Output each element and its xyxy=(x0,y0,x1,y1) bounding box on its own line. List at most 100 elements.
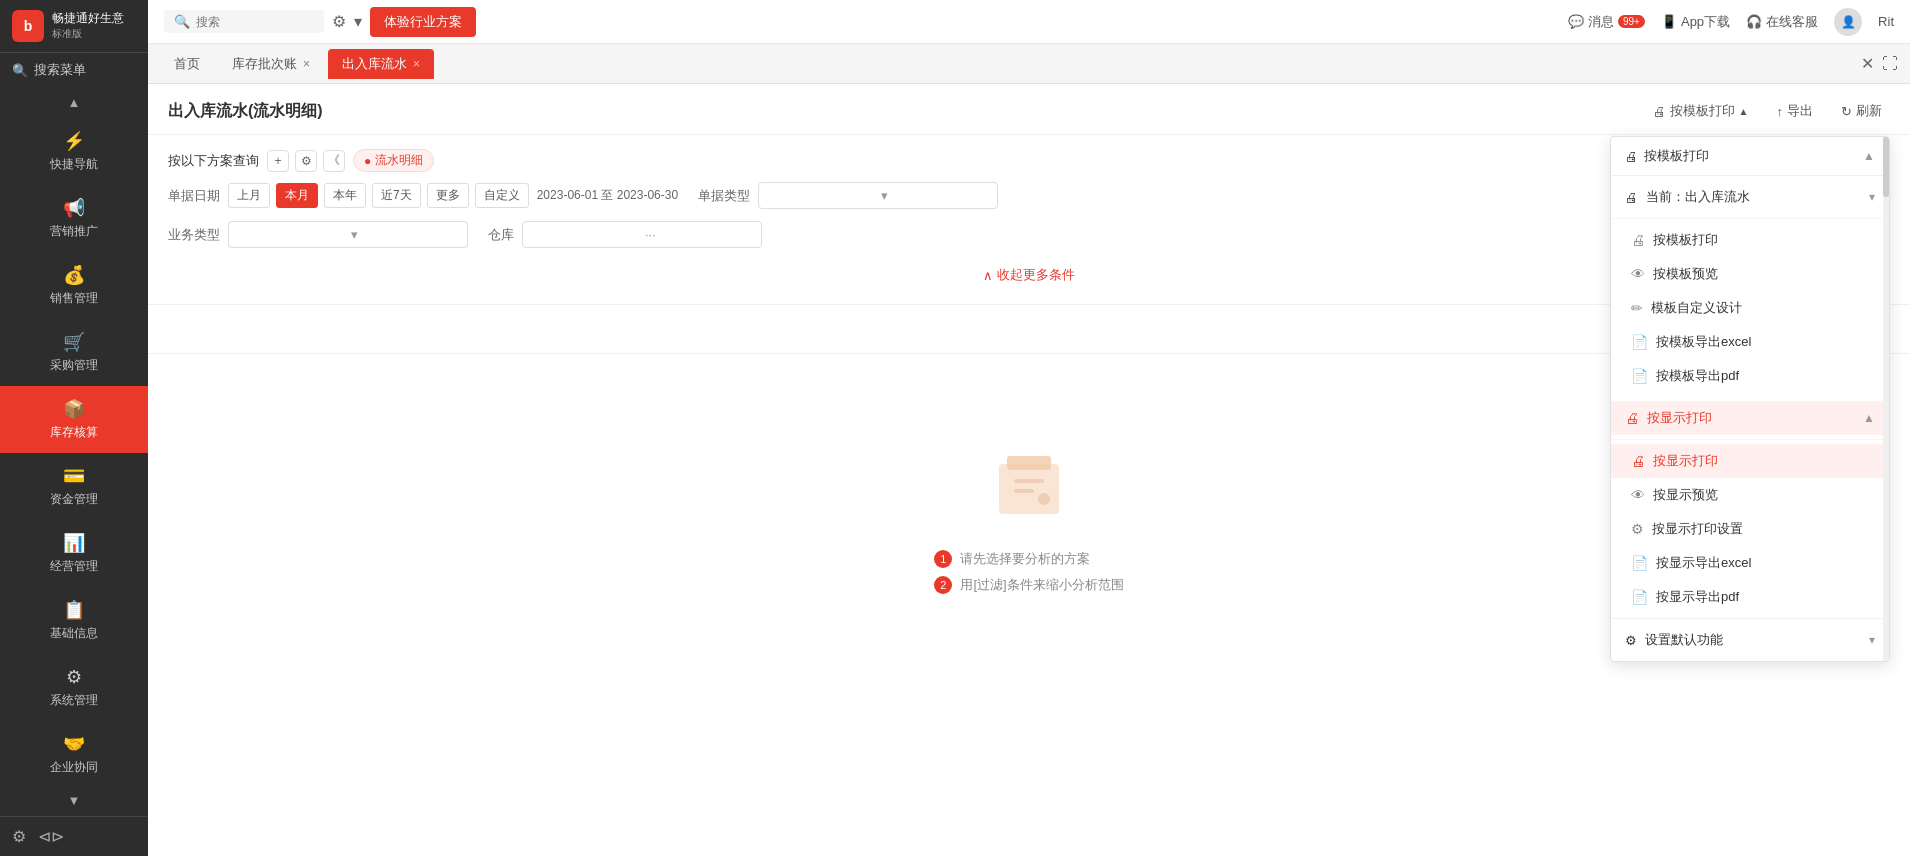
tabbar-expand-icon[interactable]: ⛶ xyxy=(1882,55,1898,73)
sidebar-item-basic[interactable]: 📋 基础信息 xyxy=(0,587,148,654)
collapse-icon: 《 xyxy=(328,152,340,169)
sidebar-item-operations[interactable]: 📊 经营管理 xyxy=(0,520,148,587)
display-excel-label: 按显示导出excel xyxy=(1656,554,1751,572)
online-service-label: 在线客服 xyxy=(1766,13,1818,31)
dropdown-template-print[interactable]: 🖨 按模板打印 xyxy=(1611,223,1889,257)
dropdown-display-export-pdf[interactable]: 📄 按显示导出pdf xyxy=(1611,580,1889,614)
template-preview-icon: 👁 xyxy=(1631,266,1645,282)
message-button[interactable]: 💬 消息 99+ xyxy=(1568,13,1645,31)
tab-flow-label: 出入库流水 xyxy=(342,55,407,73)
template-items-section: 🖨 按模板打印 👁 按模板预览 ✏ 模板自定义设计 📄 按模板导出excel xyxy=(1611,219,1889,397)
dropdown-display-preview[interactable]: 👁 按显示预览 xyxy=(1611,478,1889,512)
dropdown-display-print[interactable]: 🖨 按显示打印 xyxy=(1611,444,1889,478)
default-func-item[interactable]: ⚙ 设置默认功能 ▾ xyxy=(1611,623,1889,657)
refresh-button[interactable]: ↻ 刷新 xyxy=(1833,98,1890,124)
dropdown-scroll-thumb xyxy=(1883,137,1889,197)
display-excel-icon: 📄 xyxy=(1631,555,1648,571)
refresh-icon: ↻ xyxy=(1841,104,1852,119)
filter-header: 按以下方案查询 xyxy=(168,152,259,170)
sidebar-scroll-down[interactable]: ▼ xyxy=(64,789,85,812)
operations-icon: 📊 xyxy=(63,532,85,554)
dropdown-template-export-pdf[interactable]: 📄 按模板导出pdf xyxy=(1611,359,1889,393)
app-download-button[interactable]: 📱 App下载 xyxy=(1661,13,1730,31)
empty-hints: 1 请先选择要分析的方案 2 用[过滤]条件来缩小分析范围 xyxy=(934,550,1123,594)
sidebar-item-finance[interactable]: 💳 资金管理 xyxy=(0,453,148,520)
tab-batch[interactable]: 库存批次账 × xyxy=(218,49,324,79)
dropdown-template-custom[interactable]: ✏ 模板自定义设计 xyxy=(1611,291,1889,325)
sidebar-item-system[interactable]: ⚙ 系统管理 xyxy=(0,654,148,721)
dropdown-template-export-excel[interactable]: 📄 按模板导出excel xyxy=(1611,325,1889,359)
sidebar-item-inventory[interactable]: 📦 库存核算 xyxy=(0,386,148,453)
sidebar-item-label: 基础信息 xyxy=(50,625,98,642)
tab-flow-close[interactable]: × xyxy=(413,57,420,71)
warehouse-label: 仓库 xyxy=(488,226,514,244)
date-btn-7days[interactable]: 近7天 xyxy=(372,183,421,208)
export-button[interactable]: ↑ 导出 xyxy=(1769,98,1822,124)
business-type-select[interactable]: ▾ xyxy=(228,221,468,248)
dropdown-display-print-settings[interactable]: ⚙ 按显示打印设置 xyxy=(1611,512,1889,546)
date-btn-this-year[interactable]: 本年 xyxy=(324,183,366,208)
print-chevron-up: ▲ xyxy=(1739,106,1749,117)
logo-icon: b xyxy=(12,10,44,42)
display-group-section: 🖨 按显示打印 ▲ xyxy=(1611,397,1889,440)
collapse-sidebar-icon[interactable]: ⊲⊳ xyxy=(38,827,64,846)
app-download-icon: 📱 xyxy=(1661,14,1677,29)
tab-flow[interactable]: 出入库流水 × xyxy=(328,49,434,79)
dropdown-display-export-excel[interactable]: 📄 按显示导出excel xyxy=(1611,546,1889,580)
template-excel-icon: 📄 xyxy=(1631,334,1648,350)
filter-collapse-button[interactable]: 《 xyxy=(323,150,345,172)
svg-rect-1 xyxy=(1007,456,1051,470)
topbar-search-box[interactable]: 🔍 xyxy=(164,10,324,33)
current-icon: 🖨 xyxy=(1625,190,1638,205)
sidebar-item-enterprise[interactable]: 🤝 企业协同 xyxy=(0,721,148,785)
sidebar-item-quick-nav[interactable]: ⚡ 快捷导航 xyxy=(0,118,148,185)
collapse-label: 收起更多条件 xyxy=(997,266,1075,284)
display-group-label: 按显示打印 xyxy=(1647,409,1712,427)
topbar-right: 💬 消息 99+ 📱 App下载 🎧 在线客服 👤 Rit xyxy=(1568,8,1894,36)
default-func-section: ⚙ 设置默认功能 ▾ xyxy=(1611,618,1889,661)
template-pdf-label: 按模板导出pdf xyxy=(1656,367,1739,385)
bill-type-select[interactable]: ▾ xyxy=(758,182,998,209)
export-icon: ↑ xyxy=(1777,104,1784,119)
sidebar-search-item[interactable]: 🔍 搜索菜单 xyxy=(0,53,148,87)
filter-settings-button[interactable]: ⚙ xyxy=(295,150,317,172)
template-print-icon: 🖨 xyxy=(1631,232,1645,248)
warehouse-select[interactable]: ··· xyxy=(522,221,762,248)
print-template-label: 按模板打印 xyxy=(1670,102,1735,120)
date-btn-last-month[interactable]: 上月 xyxy=(228,183,270,208)
online-service-button[interactable]: 🎧 在线客服 xyxy=(1746,13,1818,31)
sidebar-scroll-up[interactable]: ▲ xyxy=(64,91,85,114)
tabbar-close-icon[interactable]: ✕ xyxy=(1861,54,1874,73)
display-print-icon: 🖨 xyxy=(1631,453,1645,469)
search-icon: 🔍 xyxy=(174,14,190,29)
settings-icon[interactable]: ⚙ xyxy=(12,827,26,846)
print-template-button[interactable]: 🖨 按模板打印 ▲ xyxy=(1645,98,1757,124)
dropdown-current-item[interactable]: 🖨 当前：出入库流水 ▾ xyxy=(1611,180,1889,214)
finance-icon: 💳 xyxy=(63,465,85,487)
add-icon: + xyxy=(274,154,281,168)
date-btn-more[interactable]: 更多 xyxy=(427,183,469,208)
sales-icon: 💰 xyxy=(63,264,85,286)
tab-batch-close[interactable]: × xyxy=(303,57,310,71)
avatar[interactable]: 👤 xyxy=(1834,8,1862,36)
date-btn-this-month[interactable]: 本月 xyxy=(276,183,318,208)
filter-add-button[interactable]: + xyxy=(267,150,289,172)
svg-rect-3 xyxy=(1014,489,1034,493)
tab-home[interactable]: 首页 xyxy=(160,49,214,79)
display-group-header[interactable]: 🖨 按显示打印 ▲ xyxy=(1611,401,1889,435)
sidebar-item-purchase[interactable]: 🛒 采购管理 xyxy=(0,319,148,386)
sidebar-item-marketing[interactable]: 📢 营销推广 xyxy=(0,185,148,252)
dropdown-collapse-icon[interactable]: ▲ xyxy=(1863,149,1875,163)
sidebar-item-sales[interactable]: 💰 销售管理 xyxy=(0,252,148,319)
page-content: 出入库流水(流水明细) 🖨 按模板打印 ▲ ↑ 导出 ↻ 刷新 xyxy=(148,84,1910,856)
print-dropdown-panel: 🖨 按模板打印 ▲ 🖨 当前：出入库流水 ▾ xyxy=(1610,136,1890,662)
dropdown-template-preview[interactable]: 👁 按模板预览 xyxy=(1611,257,1889,291)
sidebar-item-label: 企业协同 xyxy=(50,759,98,776)
date-btn-custom[interactable]: 自定义 xyxy=(475,183,529,208)
industry-solution-button[interactable]: 体验行业方案 xyxy=(370,7,476,37)
tabbar-right: ✕ ⛶ xyxy=(1861,54,1898,73)
topbar-chevron-icon[interactable]: ▾ xyxy=(354,12,362,31)
search-input[interactable] xyxy=(196,15,296,29)
topbar-gear-icon[interactable]: ⚙ xyxy=(332,12,346,31)
print-icon: 🖨 xyxy=(1653,104,1666,119)
